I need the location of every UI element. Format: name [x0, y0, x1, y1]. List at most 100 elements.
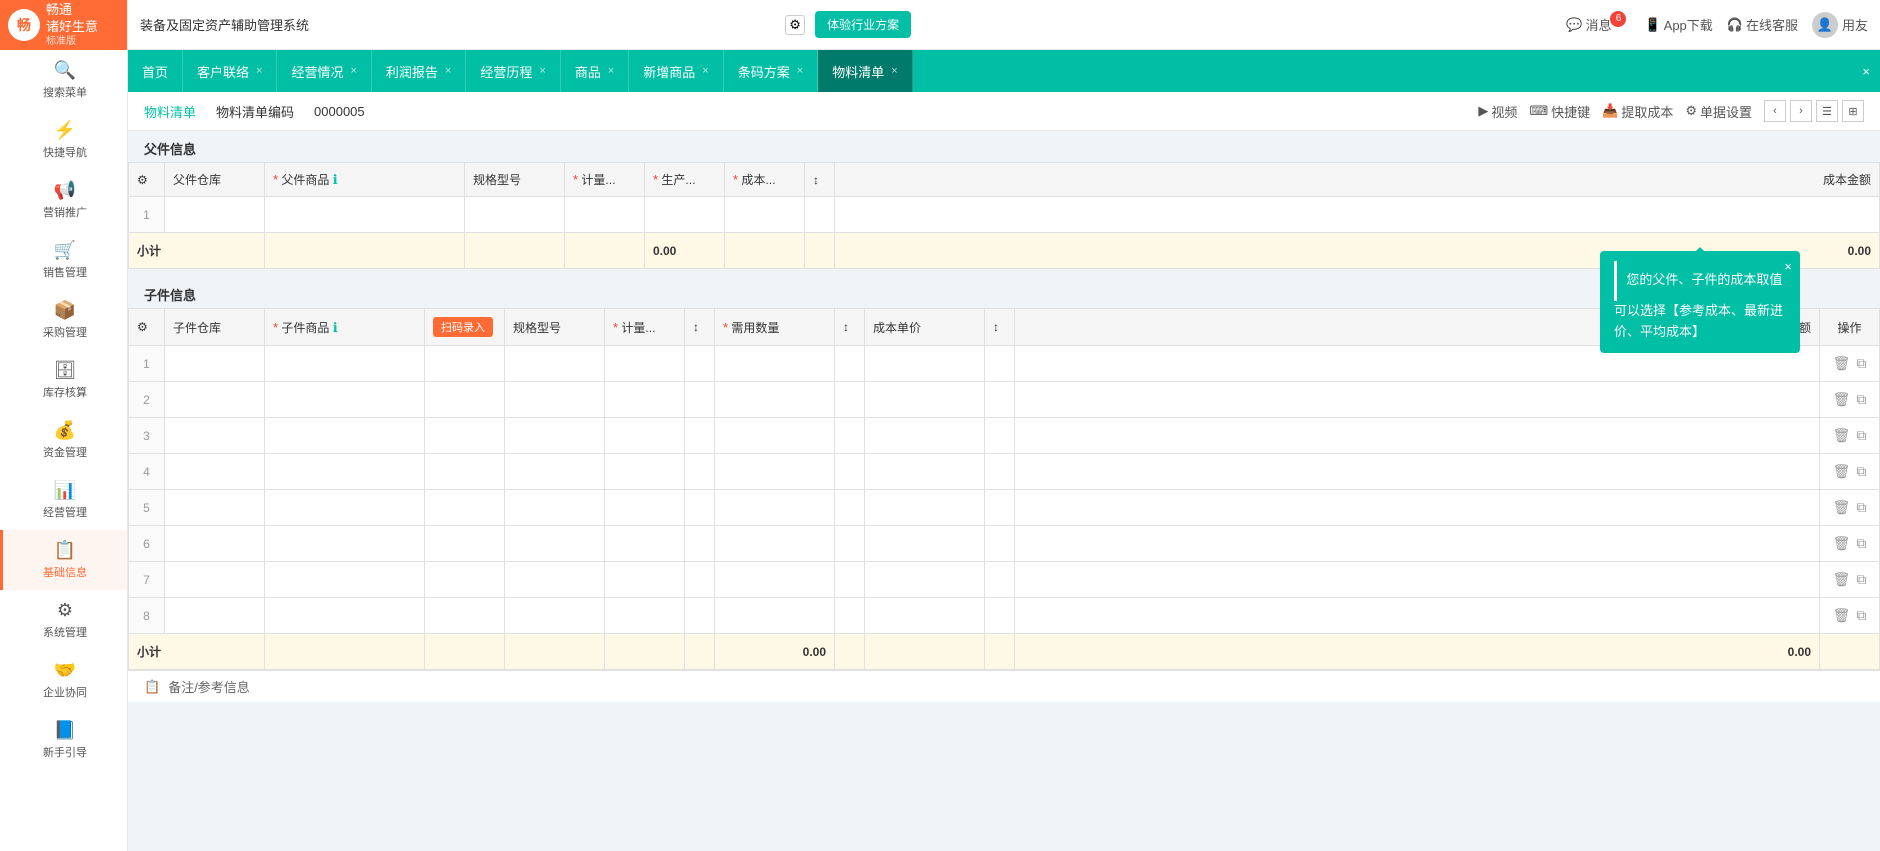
- child-product-cell[interactable]: [265, 598, 425, 634]
- breadcrumb[interactable]: 物料清单: [144, 102, 196, 121]
- copy-icon[interactable]: ⧉: [1856, 607, 1866, 624]
- child-spec-cell[interactable]: [505, 598, 605, 634]
- prev-btn[interactable]: ‹: [1764, 100, 1786, 122]
- scan-button[interactable]: 扫码录入: [433, 317, 493, 337]
- child-cost-cell[interactable]: [865, 346, 985, 382]
- close-icon[interactable]: ×: [702, 65, 708, 77]
- child-product-cell[interactable]: [265, 382, 425, 418]
- close-icon[interactable]: ×: [608, 65, 614, 77]
- child-qty-cell[interactable]: [715, 598, 835, 634]
- close-icon[interactable]: ×: [350, 65, 356, 77]
- th-scan[interactable]: 扫码录入: [425, 309, 505, 346]
- sidebar-item-operations[interactable]: 📊 经营管理: [0, 470, 127, 530]
- delete-icon[interactable]: 🗑: [1833, 391, 1851, 408]
- child-warehouse-cell[interactable]: [165, 454, 265, 490]
- close-icon[interactable]: ×: [797, 65, 803, 77]
- child-qty-cell[interactable]: [715, 562, 835, 598]
- cost-cell[interactable]: [725, 197, 805, 233]
- delete-icon[interactable]: 🗑: [1833, 427, 1851, 444]
- online-service-btn[interactable]: 🎧 在线客服: [1727, 15, 1798, 34]
- experience-button[interactable]: 体验行业方案: [815, 11, 911, 38]
- sidebar-item-sales[interactable]: 🛒 销售管理: [0, 230, 127, 290]
- child-spec-cell[interactable]: [505, 382, 605, 418]
- child-product-cell[interactable]: [265, 418, 425, 454]
- child-spec-cell[interactable]: [505, 490, 605, 526]
- child-spec-cell[interactable]: [505, 418, 605, 454]
- close-icon[interactable]: ×: [891, 65, 897, 77]
- child-cost-cell[interactable]: [865, 382, 985, 418]
- delete-icon[interactable]: 🗑: [1833, 607, 1851, 624]
- tab-profit[interactable]: 利润报告 ×: [372, 50, 466, 92]
- child-cost-cell[interactable]: [865, 562, 985, 598]
- child-spec-cell[interactable]: [505, 346, 605, 382]
- parent-product-cell[interactable]: [265, 197, 465, 233]
- copy-icon[interactable]: ⧉: [1856, 499, 1866, 516]
- child-unit-cell[interactable]: [605, 346, 685, 382]
- close-icon[interactable]: ×: [539, 65, 545, 77]
- child-unit-cell[interactable]: [605, 562, 685, 598]
- child-warehouse-cell[interactable]: [165, 382, 265, 418]
- child-product-cell[interactable]: [265, 454, 425, 490]
- sidebar-item-enterprise[interactable]: 🤝 企业协同: [0, 650, 127, 710]
- delete-icon[interactable]: 🗑: [1833, 571, 1851, 588]
- sidebar-item-marketing[interactable]: 📢 营销推广: [0, 170, 127, 230]
- tab-customer[interactable]: 客户联络 ×: [183, 50, 277, 92]
- copy-icon[interactable]: ⧉: [1856, 391, 1866, 408]
- child-unit-cell[interactable]: [605, 526, 685, 562]
- child-warehouse-cell[interactable]: [165, 598, 265, 634]
- child-warehouse-cell[interactable]: [165, 418, 265, 454]
- sidebar-item-quicknav[interactable]: ⚡ 快捷导航: [0, 110, 127, 170]
- tab-new-product[interactable]: 新增商品 ×: [629, 50, 723, 92]
- tab-bom[interactable]: 物料清单 ×: [818, 50, 912, 92]
- grid-btn[interactable]: ☰: [1816, 100, 1838, 122]
- copy-icon[interactable]: ⧉: [1856, 427, 1866, 444]
- child-product-cell[interactable]: [265, 526, 425, 562]
- extract-cost-btn[interactable]: 📥 提取成本: [1602, 102, 1673, 121]
- child-cost-cell[interactable]: [865, 418, 985, 454]
- production-cell[interactable]: [645, 197, 725, 233]
- child-unit-cell[interactable]: [605, 418, 685, 454]
- sidebar-item-search[interactable]: 🔍 搜索菜单: [0, 50, 127, 110]
- unit-cell[interactable]: [565, 197, 645, 233]
- th-child-settings[interactable]: ⚙: [129, 309, 165, 346]
- sidebar-item-inventory[interactable]: 🗄 库存核算: [0, 350, 127, 410]
- expand-btn[interactable]: ⊞: [1842, 100, 1864, 122]
- close-icon[interactable]: ×: [445, 65, 451, 77]
- child-qty-cell[interactable]: [715, 454, 835, 490]
- close-icon[interactable]: ×: [256, 65, 262, 77]
- close-all-btn[interactable]: ×: [1852, 64, 1880, 79]
- copy-icon[interactable]: ⧉: [1856, 535, 1866, 552]
- tab-barcode[interactable]: 条码方案 ×: [724, 50, 818, 92]
- shortcut-btn[interactable]: ⌨ 快捷键: [1529, 102, 1590, 121]
- child-product-cell[interactable]: [265, 562, 425, 598]
- child-warehouse-cell[interactable]: [165, 562, 265, 598]
- message-btn[interactable]: 💬 消息 6: [1566, 15, 1630, 34]
- child-qty-cell[interactable]: [715, 382, 835, 418]
- child-product-cell[interactable]: [265, 346, 425, 382]
- tab-product[interactable]: 商品 ×: [561, 50, 629, 92]
- next-btn[interactable]: ›: [1790, 100, 1812, 122]
- child-cost-cell[interactable]: [865, 490, 985, 526]
- tab-history[interactable]: 经营历程 ×: [466, 50, 560, 92]
- delete-icon[interactable]: 🗑: [1833, 355, 1851, 372]
- child-warehouse-cell[interactable]: [165, 346, 265, 382]
- spec-cell[interactable]: [465, 197, 565, 233]
- child-qty-cell[interactable]: [715, 490, 835, 526]
- child-cost-cell[interactable]: [865, 598, 985, 634]
- copy-icon[interactable]: ⧉: [1856, 463, 1866, 480]
- child-qty-cell[interactable]: [715, 418, 835, 454]
- child-spec-cell[interactable]: [505, 454, 605, 490]
- th-settings[interactable]: ⚙: [129, 163, 165, 197]
- tooltip-close-btn[interactable]: ×: [1784, 257, 1792, 278]
- child-unit-cell[interactable]: [605, 454, 685, 490]
- child-cost-cell[interactable]: [865, 526, 985, 562]
- sidebar-item-basic[interactable]: 📋 基础信息: [0, 530, 127, 590]
- child-cost-cell[interactable]: [865, 454, 985, 490]
- child-qty-cell[interactable]: [715, 346, 835, 382]
- user-avatar[interactable]: 👤 用友: [1812, 12, 1868, 38]
- sidebar-item-system[interactable]: ⚙ 系统管理: [0, 590, 127, 650]
- view-btn[interactable]: ▶ 视频: [1478, 102, 1517, 121]
- single-settings-btn[interactable]: ⚙ 单据设置: [1685, 102, 1752, 121]
- parent-warehouse-cell[interactable]: [165, 197, 265, 233]
- child-unit-cell[interactable]: [605, 598, 685, 634]
